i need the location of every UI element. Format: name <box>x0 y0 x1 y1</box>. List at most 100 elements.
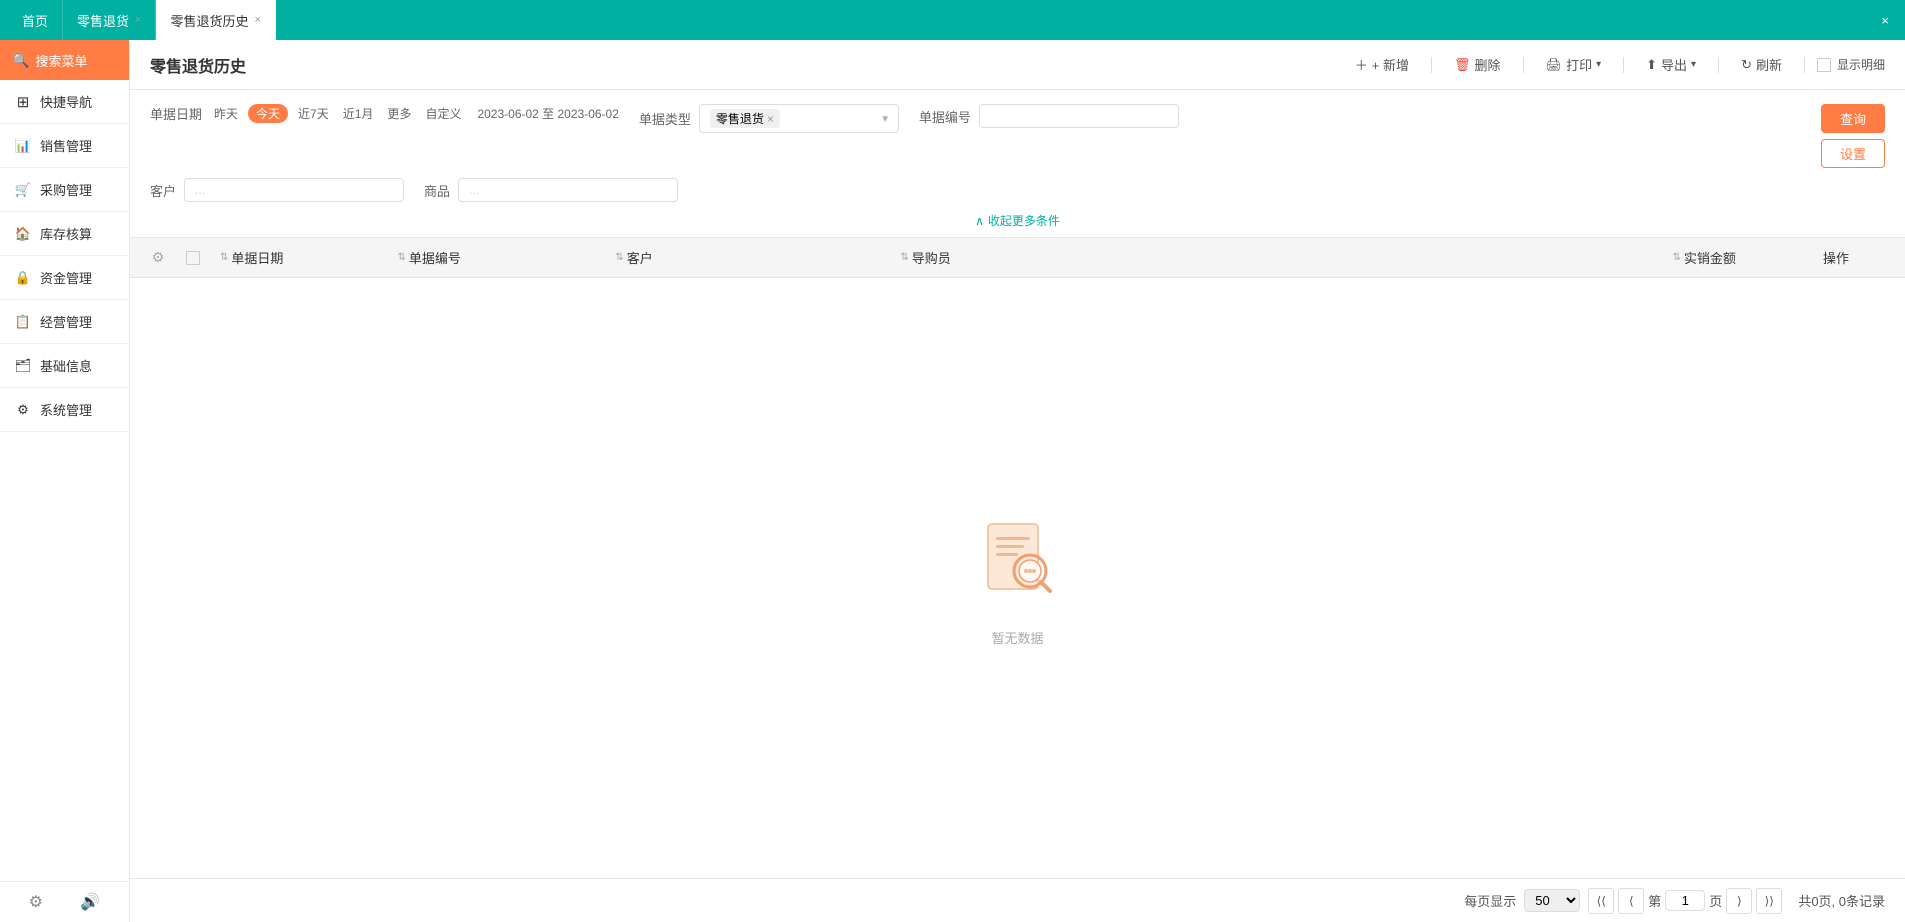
export-icon: ⬆ <box>1646 57 1657 73</box>
th-date[interactable]: ⇅ 单据日期 <box>212 248 389 267</box>
filter-row-1: 单据日期 昨天 今天 近7天 近1月 更多 自定义 2023-06-02 至 2… <box>150 104 1885 168</box>
sidebar-item-quick-nav-label: 快捷导航 <box>40 92 92 111</box>
prev-page-btn[interactable]: ⟨ <box>1618 888 1644 914</box>
sidebar: 🔍 搜索菜单 ⊞ 快捷导航 📊 销售管理 🛒 采购管理 🏠 库存核算 🔒 <box>0 40 130 922</box>
empty-state: 暂无数据 <box>130 278 1905 878</box>
first-page-btn[interactable]: ⟨⟨ <box>1588 888 1614 914</box>
search-menu[interactable]: 🔍 搜索菜单 <box>0 40 129 80</box>
doc-type-dropdown-icon: ▾ <box>882 112 888 125</box>
sidebar-item-finance[interactable]: 🔒 资金管理 <box>0 256 129 300</box>
th-guide[interactable]: ⇅ 导购员 <box>892 248 1110 267</box>
tab-home-label: 首页 <box>22 11 48 30</box>
page-prefix-label: 第 <box>1648 891 1661 910</box>
th-setting[interactable]: ⚙ <box>140 249 176 266</box>
customer-placeholder: ... <box>195 183 205 197</box>
sidebar-item-inventory[interactable]: 🏠 库存核算 <box>0 212 129 256</box>
collapse-filter-btn[interactable]: ∧ 收起更多条件 <box>975 212 1060 229</box>
tab-retail-return[interactable]: 零售退货 × <box>63 0 156 40</box>
divider-2 <box>1523 57 1524 73</box>
tab-retail-return-history-label: 零售退货历史 <box>170 11 248 30</box>
tab-home[interactable]: 首页 <box>8 0 63 40</box>
th-date-label: 单据日期 <box>231 248 283 267</box>
sidebar-item-basic-info[interactable]: 🗂 基础信息 <box>0 344 129 388</box>
doc-num-filter-item: 单据编号 <box>919 104 1179 128</box>
print-button[interactable]: 🖨 打印 ▾ <box>1536 51 1612 78</box>
select-all-checkbox[interactable] <box>186 251 200 265</box>
tab-retail-return-history[interactable]: 零售退货历史 × <box>156 0 275 40</box>
sidebar-item-operations[interactable]: 📋 经营管理 <box>0 300 129 344</box>
date-range-display: 2023-06-02 至 2023-06-02 <box>477 105 618 122</box>
th-amount-label: 实销金额 <box>1684 248 1736 267</box>
empty-text: 暂无数据 <box>991 628 1043 647</box>
print-icon: 🖨 <box>1546 57 1563 73</box>
tab-retail-return-history-close[interactable]: × <box>254 14 260 26</box>
sidebar-audio-icon[interactable]: 🔊 <box>80 892 100 912</box>
delete-icon: 🗑 <box>1454 57 1471 73</box>
customer-select[interactable]: ... <box>184 178 404 202</box>
doc-type-filter-item: 单据类型 零售退货 × ▾ <box>639 104 899 133</box>
date-today[interactable]: 今天 <box>248 104 288 123</box>
per-page-select[interactable]: 10 20 50 100 <box>1524 889 1580 912</box>
sidebar-item-sales-mgmt-label: 销售管理 <box>40 136 92 155</box>
sys-mgmt-icon: ⚙ <box>14 401 32 419</box>
refresh-label: 刷新 <box>1756 55 1782 74</box>
sidebar-bottom: ⚙ 🔊 <box>0 881 129 922</box>
doc-num-input[interactable] <box>979 104 1179 128</box>
divider-4 <box>1718 57 1719 73</box>
operations-icon: 📋 <box>14 313 32 331</box>
sidebar-item-basic-info-label: 基础信息 <box>40 356 92 375</box>
th-checkbox[interactable] <box>176 251 212 265</box>
next-page-btn[interactable]: ⟩ <box>1726 888 1752 914</box>
sidebar-item-sys-mgmt[interactable]: ⚙ 系统管理 <box>0 388 129 432</box>
customer-filter-item: 客户 ... <box>150 178 404 202</box>
column-settings-icon[interactable]: ⚙ <box>152 249 165 266</box>
sidebar-item-sales-mgmt[interactable]: 📊 销售管理 <box>0 124 129 168</box>
tab-retail-return-label: 零售退货 <box>77 11 129 30</box>
doc-type-select[interactable]: 零售退货 × ▾ <box>699 104 899 133</box>
date-yesterday[interactable]: 昨天 <box>210 104 242 123</box>
inventory-icon: 🏠 <box>14 225 32 243</box>
tab-retail-return-close[interactable]: × <box>135 14 141 26</box>
sidebar-item-purchase-mgmt[interactable]: 🛒 采购管理 <box>0 168 129 212</box>
doc-type-tag-remove[interactable]: × <box>767 112 774 126</box>
per-page-label: 每页显示 <box>1464 891 1516 910</box>
divider-3 <box>1623 57 1624 73</box>
export-button[interactable]: ⬆ 导出 ▾ <box>1636 51 1706 78</box>
goods-select[interactable]: ... <box>458 178 678 202</box>
doc-type-tag-text: 零售退货 <box>716 110 764 127</box>
empty-illustration <box>968 509 1068 612</box>
query-button[interactable]: 查询 <box>1821 104 1885 133</box>
th-num[interactable]: ⇅ 单据编号 <box>389 248 607 267</box>
refresh-button[interactable]: ↻ 刷新 <box>1731 51 1792 78</box>
top-close-btn[interactable]: × <box>1881 13 1905 28</box>
th-customer-sort-icon: ⇅ <box>615 252 623 263</box>
page-title: 零售退货历史 <box>150 53 246 77</box>
date-last7[interactable]: 近7天 <box>294 104 333 123</box>
goods-filter-item: 商品 ... <box>424 178 678 202</box>
add-button[interactable]: ＋ + 新增 <box>1345 51 1419 78</box>
divider-1 <box>1431 57 1432 73</box>
page-number-input[interactable] <box>1665 890 1705 911</box>
date-more[interactable]: 更多 <box>383 104 415 123</box>
th-amount[interactable]: ⇅ 实销金额 <box>1664 248 1815 267</box>
date-filter-item: 单据日期 昨天 今天 近7天 近1月 更多 自定义 2023-06-02 至 2… <box>150 104 619 123</box>
show-detail-label[interactable]: 显示明细 <box>1817 56 1885 73</box>
print-label: 打印 <box>1566 55 1592 74</box>
collapse-label: 收起更多条件 <box>988 212 1060 229</box>
show-detail-checkbox[interactable] <box>1817 58 1831 72</box>
pagination-nav: ⟨⟨ ⟨ 第 页 ⟩ ⟩⟩ <box>1588 888 1782 914</box>
sidebar-settings-icon[interactable]: ⚙ <box>29 892 43 912</box>
th-customer[interactable]: ⇅ 客户 <box>607 248 892 267</box>
sidebar-item-sys-mgmt-label: 系统管理 <box>40 400 92 419</box>
date-last-month[interactable]: 近1月 <box>339 104 378 123</box>
date-custom[interactable]: 自定义 <box>421 104 465 123</box>
main-layout: 🔍 搜索菜单 ⊞ 快捷导航 📊 销售管理 🛒 采购管理 🏠 库存核算 🔒 <box>0 40 1905 922</box>
add-label: + 新增 <box>1372 55 1409 74</box>
setting-button[interactable]: 设置 <box>1821 139 1885 168</box>
delete-button[interactable]: 🗑 删除 <box>1444 51 1511 78</box>
last-page-btn[interactable]: ⟩⟩ <box>1756 888 1782 914</box>
sidebar-item-purchase-mgmt-label: 采购管理 <box>40 180 92 199</box>
th-amount-sort-icon: ⇅ <box>1672 252 1680 263</box>
doc-type-label: 单据类型 <box>639 109 691 128</box>
sidebar-item-quick-nav[interactable]: ⊞ 快捷导航 <box>0 80 129 124</box>
